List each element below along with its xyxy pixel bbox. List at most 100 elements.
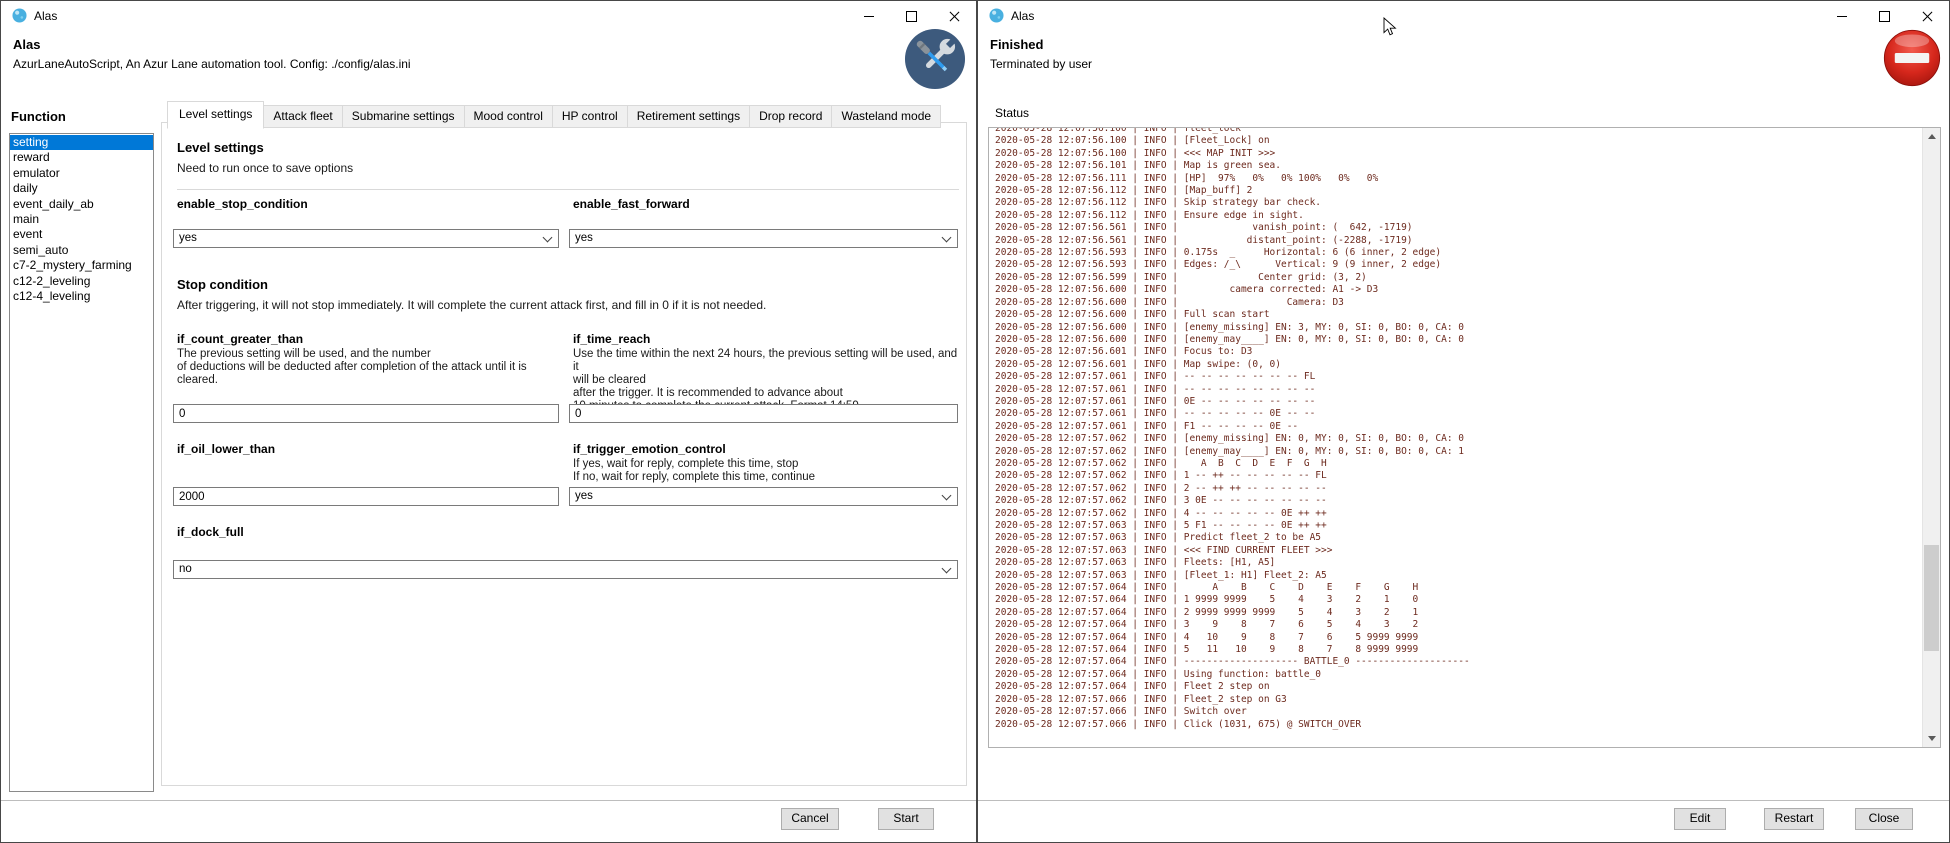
maximize-button[interactable]	[890, 1, 933, 31]
arrow-up-icon	[1928, 134, 1936, 139]
label-enable-fast-forward: enable_fast_forward	[573, 197, 690, 211]
if-dock-full-select[interactable]: no	[173, 560, 958, 579]
log-line: 2020-05-28 12:07:57.066 | INFO | Click (…	[995, 719, 1921, 731]
label-if-trigger-emotion-control: if_trigger_emotion_control	[573, 442, 726, 456]
log-line: 2020-05-28 12:07:56.600 | INFO | [enemy_…	[995, 322, 1921, 334]
function-list-item[interactable]: main	[10, 212, 153, 227]
function-list-item[interactable]: event	[10, 227, 153, 242]
log-line: 2020-05-28 12:07:56.112 | INFO | Skip st…	[995, 197, 1921, 209]
log-line: 2020-05-28 12:07:57.062 | INFO | 1 -- ++…	[995, 470, 1921, 482]
scrollbar-thumb[interactable]	[1924, 545, 1939, 651]
function-list[interactable]: setting reward emulator daily event_dail…	[9, 133, 154, 792]
if-trigger-emotion-control-select[interactable]: yes	[569, 487, 958, 506]
log-line: 2020-05-28 12:07:57.064 | INFO | 5 11 10…	[995, 644, 1921, 656]
log-line: 2020-05-28 12:07:56.112 | INFO | [Map_bu…	[995, 185, 1921, 197]
window-log: Alas Finished Terminated by user Status …	[977, 0, 1950, 843]
log-line: 2020-05-28 12:07:57.064 | INFO | A B C D…	[995, 582, 1921, 594]
close-icon	[949, 11, 960, 22]
minimize-button[interactable]	[847, 1, 890, 31]
if-time-reach-input[interactable]	[569, 404, 958, 423]
log-line: 2020-05-28 12:07:57.064 | INFO | 2 9999 …	[995, 607, 1921, 619]
arrow-down-icon	[1928, 736, 1936, 741]
enable-fast-forward-select[interactable]: yes	[569, 229, 958, 248]
log-line: 2020-05-28 12:07:57.062 | INFO | 4 -- --…	[995, 508, 1921, 520]
log-line: 2020-05-28 12:07:57.064 | INFO | -------…	[995, 656, 1921, 668]
function-list-item[interactable]: emulator	[10, 166, 153, 181]
function-list-item[interactable]: c7-2_mystery_farming	[10, 258, 153, 273]
log-line: 2020-05-28 12:07:57.062 | INFO | [enemy_…	[995, 433, 1921, 445]
section-subtitle-stop-condition: After triggering, it will not stop immed…	[177, 298, 766, 312]
function-list-item[interactable]: reward	[10, 150, 153, 165]
log-line: 2020-05-28 12:07:56.561 | INFO | vanish_…	[995, 222, 1921, 234]
enable-stop-condition-select[interactable]: yes	[173, 229, 559, 248]
log-line: 2020-05-28 12:07:56.100 | INFO | [Fleet_…	[995, 135, 1921, 147]
minimize-icon	[864, 16, 874, 17]
log-line: 2020-05-28 12:07:57.062 | INFO | 2 -- ++…	[995, 483, 1921, 495]
log-line: 2020-05-28 12:07:57.061 | INFO | -- -- -…	[995, 408, 1921, 420]
maximize-icon	[1879, 11, 1890, 22]
maximize-button[interactable]	[1863, 1, 1906, 31]
if-oil-lower-than-input[interactable]	[173, 487, 559, 506]
log-line: 2020-05-28 12:07:57.064 | INFO | Using f…	[995, 669, 1921, 681]
scroll-up-button[interactable]	[1923, 128, 1940, 145]
function-list-item[interactable]: c12-4_leveling	[10, 289, 153, 304]
label-enable-stop-condition: enable_stop_condition	[177, 197, 308, 211]
log-line: 2020-05-28 12:07:57.061 | INFO | F1 -- -…	[995, 421, 1921, 433]
close-button[interactable]	[933, 1, 976, 31]
function-list-item[interactable]: event_daily_ab	[10, 197, 153, 212]
app-title: Alas	[13, 37, 40, 52]
label-if-time-reach: if_time_reach	[573, 332, 650, 346]
log-line: 2020-05-28 12:07:56.100 | INFO | fleet_l…	[995, 127, 1921, 135]
log-line: 2020-05-28 12:07:57.063 | INFO | 5 F1 --…	[995, 520, 1921, 532]
function-list-item[interactable]: setting	[10, 135, 153, 150]
edit-button[interactable]: Edit	[1674, 808, 1726, 830]
maximize-icon	[906, 11, 917, 22]
stop-icon	[1883, 29, 1941, 87]
log-line: 2020-05-28 12:07:57.063 | INFO | <<< FIN…	[995, 545, 1921, 557]
log-line: 2020-05-28 12:07:56.561 | INFO | distant…	[995, 235, 1921, 247]
cancel-button[interactable]: Cancel	[781, 808, 839, 830]
scroll-down-button[interactable]	[1923, 730, 1940, 747]
function-list-item[interactable]: c12-2_leveling	[10, 274, 153, 289]
tab[interactable]: Drop record	[749, 105, 832, 128]
window-title: Alas	[1011, 9, 1034, 23]
log-line: 2020-05-28 12:07:56.601 | INFO | Map swi…	[995, 359, 1921, 371]
log-line: 2020-05-28 12:07:57.061 | INFO | 0E -- -…	[995, 396, 1921, 408]
tab[interactable]: Retirement settings	[627, 105, 750, 128]
alas-logo-icon	[12, 8, 27, 23]
desc-if-trigger-emotion-control: If yes, wait for reply, complete this ti…	[573, 458, 965, 484]
log-line: 2020-05-28 12:07:56.111 | INFO | [HP] 97…	[995, 173, 1921, 185]
run-status-title: Finished	[990, 37, 1043, 52]
log-line: 2020-05-28 12:07:56.593 | INFO | Edges: …	[995, 259, 1921, 271]
desc-if-count-greater-than: The previous setting will be used, and t…	[177, 348, 567, 387]
start-button[interactable]: Start	[878, 808, 934, 830]
section-title-level-settings: Level settings	[177, 140, 264, 155]
scrollbar[interactable]	[1922, 128, 1940, 747]
log-line: 2020-05-28 12:07:56.600 | INFO | camera …	[995, 284, 1921, 296]
log-content: 2020-05-28 12:07:56.100 | INFO | fleet_l…	[995, 127, 1921, 747]
log-line: 2020-05-28 12:07:57.066 | INFO | Fleet_2…	[995, 694, 1921, 706]
close-button[interactable]	[1906, 1, 1949, 31]
function-list-item[interactable]: daily	[10, 181, 153, 196]
tab[interactable]: Submarine settings	[342, 105, 465, 128]
close-window-button[interactable]: Close	[1855, 808, 1913, 830]
log-line: 2020-05-28 12:07:57.064 | INFO | 3 9 8 7…	[995, 619, 1921, 631]
window-title: Alas	[34, 9, 57, 23]
function-list-item[interactable]: semi_auto	[10, 243, 153, 258]
minimize-button[interactable]	[1820, 1, 1863, 31]
tab[interactable]: Wasteland mode	[831, 105, 941, 128]
if-count-greater-than-input[interactable]	[173, 404, 559, 423]
restart-button[interactable]: Restart	[1764, 808, 1824, 830]
log-area[interactable]: 2020-05-28 12:07:56.100 | INFO | fleet_l…	[988, 127, 1941, 748]
divider	[177, 189, 959, 190]
footer-divider	[1, 800, 976, 801]
app-subtitle: AzurLaneAutoScript, An Azur Lane automat…	[13, 57, 411, 71]
log-line: 2020-05-28 12:07:56.112 | INFO | Ensure …	[995, 210, 1921, 222]
log-line: 2020-05-28 12:07:57.061 | INFO | -- -- -…	[995, 371, 1921, 383]
tab[interactable]: Level settings	[167, 101, 264, 129]
log-line: 2020-05-28 12:07:56.601 | INFO | Focus t…	[995, 346, 1921, 358]
tab[interactable]: Mood control	[464, 105, 553, 128]
log-line: 2020-05-28 12:07:57.062 | INFO | 3 0E --…	[995, 495, 1921, 507]
tab[interactable]: Attack fleet	[263, 105, 342, 128]
tab[interactable]: HP control	[552, 105, 628, 128]
